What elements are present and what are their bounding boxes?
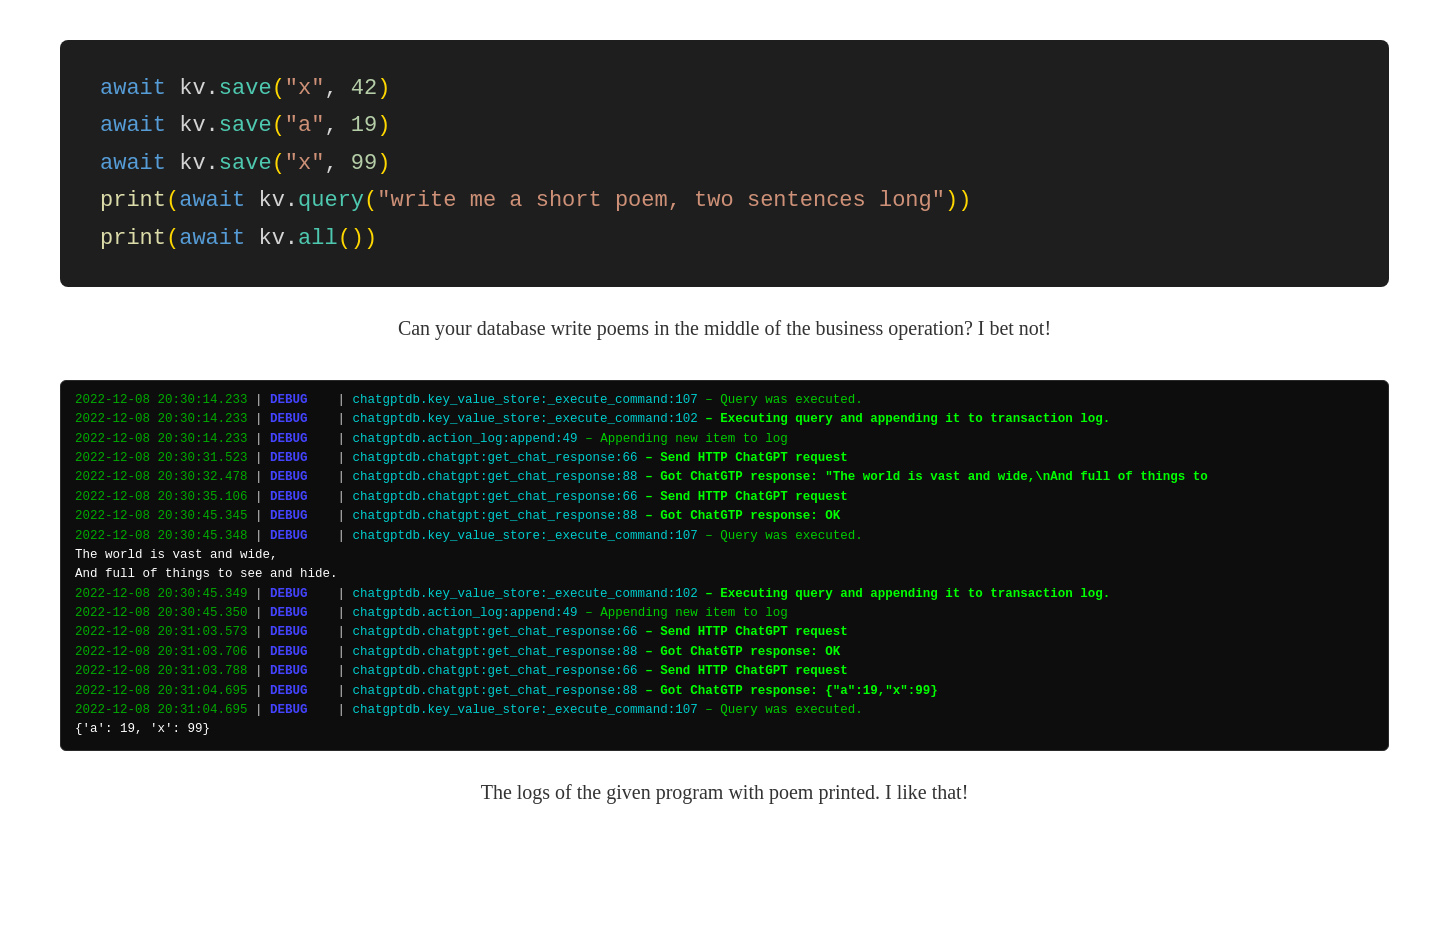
log-line-11: 2022-12-08 20:31:03.706 | DEBUG | chatgp… bbox=[75, 643, 1374, 662]
log-line-5: 2022-12-08 20:30:35.106 | DEBUG | chatgp… bbox=[75, 488, 1374, 507]
log-line-2: 2022-12-08 20:30:14.233 | DEBUG | chatgp… bbox=[75, 430, 1374, 449]
terminal-block: 2022-12-08 20:30:14.233 | DEBUG | chatgp… bbox=[60, 380, 1389, 751]
log-line-output-3: {'a': 19, 'x': 99} bbox=[75, 720, 1374, 739]
log-line-output-1: The world is vast and wide, bbox=[75, 546, 1374, 565]
code-line-2: await kv.save("a", 19) bbox=[100, 107, 1349, 144]
log-line-7: 2022-12-08 20:30:45.348 | DEBUG | chatgp… bbox=[75, 527, 1374, 546]
caption-2: The logs of the given program with poem … bbox=[60, 781, 1389, 804]
log-line-13: 2022-12-08 20:31:04.695 | DEBUG | chatgp… bbox=[75, 682, 1374, 701]
log-line-6: 2022-12-08 20:30:45.345 | DEBUG | chatgp… bbox=[75, 507, 1374, 526]
code-line-4: print(await kv.query("write me a short p… bbox=[100, 182, 1349, 219]
log-line-9: 2022-12-08 20:30:45.350 | DEBUG | chatgp… bbox=[75, 604, 1374, 623]
caption-1: Can your database write poems in the mid… bbox=[60, 317, 1389, 340]
log-line-8: 2022-12-08 20:30:45.349 | DEBUG | chatgp… bbox=[75, 585, 1374, 604]
code-block-1: await kv.save("x", 42) await kv.save("a"… bbox=[60, 40, 1389, 287]
code-line-5: print(await kv.all()) bbox=[100, 220, 1349, 257]
page-wrapper: await kv.save("x", 42) await kv.save("a"… bbox=[0, 0, 1449, 884]
log-line-4: 2022-12-08 20:30:32.478 | DEBUG | chatgp… bbox=[75, 468, 1374, 487]
log-line-10: 2022-12-08 20:31:03.573 | DEBUG | chatgp… bbox=[75, 623, 1374, 642]
code-line-1: await kv.save("x", 42) bbox=[100, 70, 1349, 107]
log-line-3: 2022-12-08 20:30:31.523 | DEBUG | chatgp… bbox=[75, 449, 1374, 468]
log-line-14: 2022-12-08 20:31:04.695 | DEBUG | chatgp… bbox=[75, 701, 1374, 720]
code-line-3: await kv.save("x", 99) bbox=[100, 145, 1349, 182]
log-line-0: 2022-12-08 20:30:14.233 | DEBUG | chatgp… bbox=[75, 391, 1374, 410]
log-line-output-2: And full of things to see and hide. bbox=[75, 565, 1374, 584]
log-line-1: 2022-12-08 20:30:14.233 | DEBUG | chatgp… bbox=[75, 410, 1374, 429]
log-line-12: 2022-12-08 20:31:03.788 | DEBUG | chatgp… bbox=[75, 662, 1374, 681]
